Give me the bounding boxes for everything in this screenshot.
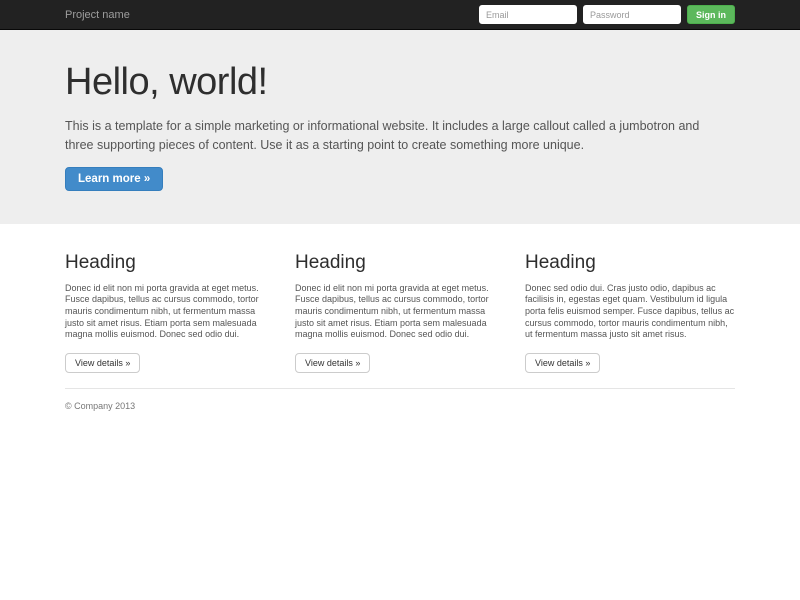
password-field[interactable]: [583, 5, 681, 24]
view-details-button-3[interactable]: View details »: [525, 352, 601, 373]
column-heading: Heading: [65, 251, 136, 273]
marketing-column-3: Heading Donec sed odio dui. Cras justo o…: [525, 240, 735, 373]
footer-divider: [65, 387, 735, 389]
copyright-text: © Company 2013: [65, 400, 136, 411]
sign-in-button[interactable]: Sign in: [687, 5, 735, 24]
marketing-section: Heading Donec id elit non mi porta gravi…: [65, 224, 735, 411]
view-details-button-1[interactable]: View details »: [65, 352, 141, 373]
navbar: Project name Sign in: [0, 0, 800, 30]
column-heading: Heading: [525, 251, 596, 273]
view-details-button-2[interactable]: View details »: [295, 352, 371, 373]
column-body: Donec sed odio dui. Cras justo odio, dap…: [525, 282, 735, 340]
column-body: Donec id elit non mi porta gravida at eg…: [295, 282, 489, 340]
column-heading: Heading: [295, 251, 366, 273]
marketing-column-2: Heading Donec id elit non mi porta gravi…: [295, 240, 505, 373]
email-field[interactable]: [479, 5, 577, 24]
jumbotron-lead: This is a template for a simple marketin…: [65, 119, 700, 152]
marketing-column-1: Heading Donec id elit non mi porta gravi…: [65, 240, 275, 373]
jumbotron: Hello, world! This is a template for a s…: [0, 30, 800, 224]
sign-in-form: Sign in: [479, 5, 735, 24]
jumbotron-title: Hello, world!: [65, 61, 268, 103]
footer: © Company 2013: [65, 387, 735, 411]
column-body: Donec id elit non mi porta gravida at eg…: [65, 282, 259, 340]
navbar-brand[interactable]: Project name: [65, 9, 130, 21]
learn-more-button[interactable]: Learn more »: [65, 166, 164, 191]
